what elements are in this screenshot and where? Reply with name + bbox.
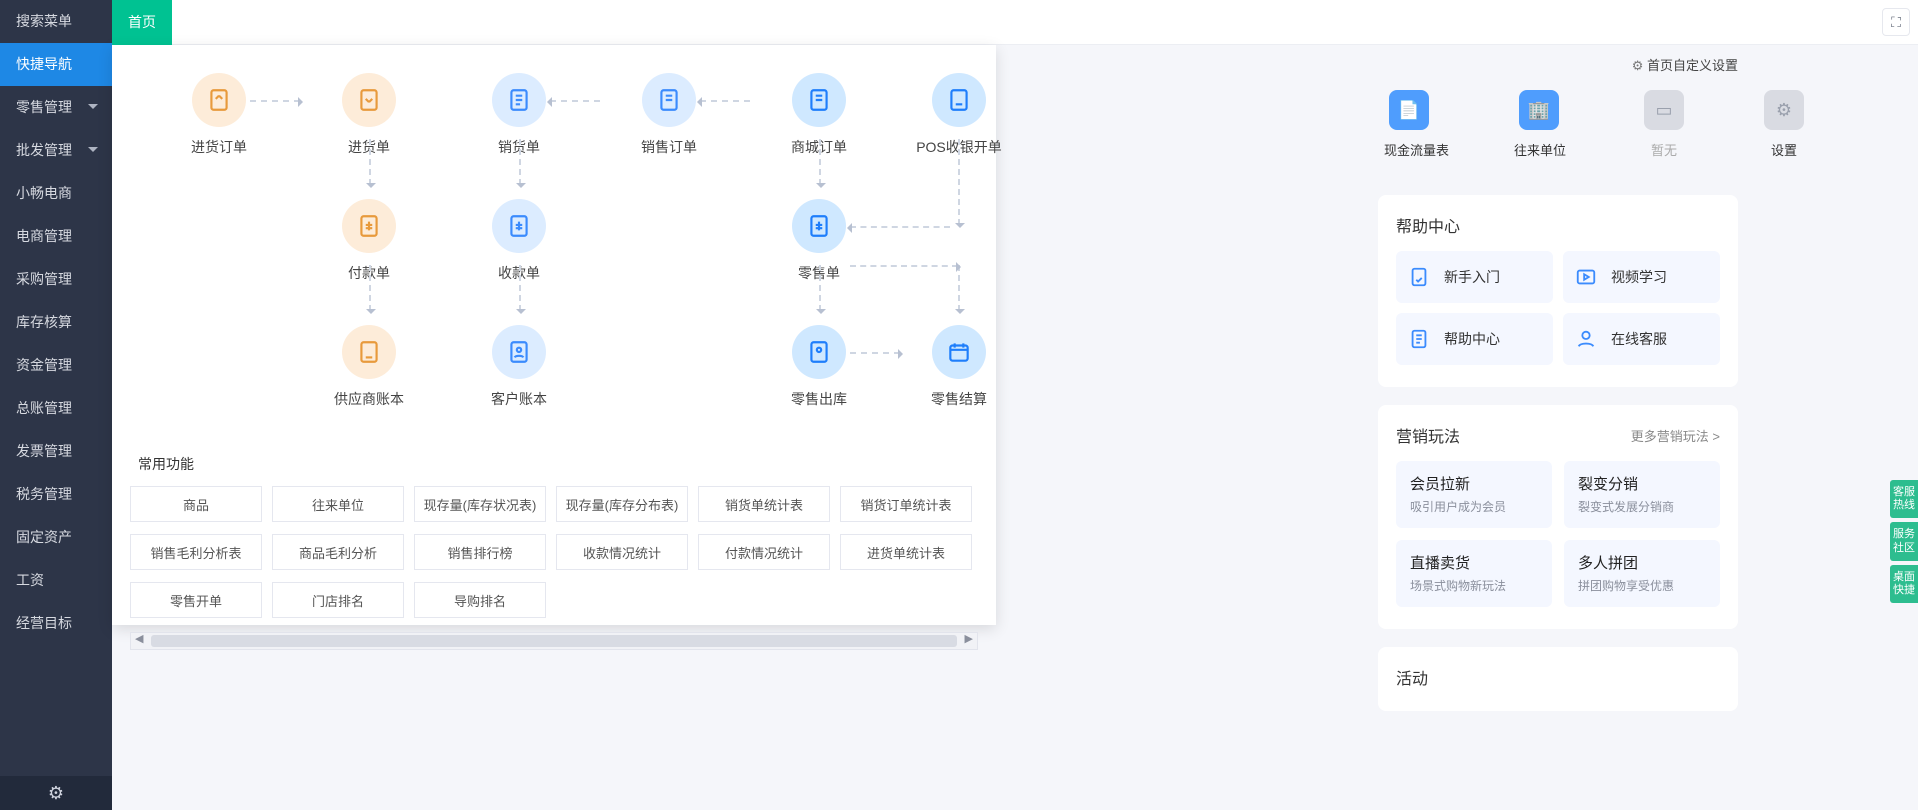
sidebar-item-ecomm1[interactable]: 小畅电商 — [0, 172, 112, 215]
fn-btn[interactable]: 商品 — [130, 486, 262, 522]
help-cs[interactable]: 在线客服 — [1563, 313, 1720, 365]
mkt-item[interactable]: 裂变分销裂变式发展分销商 — [1564, 461, 1720, 528]
common-functions-title: 常用功能 — [138, 454, 978, 474]
tile-cashflow[interactable]: 📄现金流量表 — [1384, 90, 1434, 159]
sidebar-item-tax[interactable]: 税务管理 — [0, 473, 112, 516]
marketing-card: 营销玩法 更多营销玩法 > 会员拉新吸引用户成为会员 裂变分销裂变式发展分销商 直… — [1378, 405, 1738, 629]
floating-tags: 客服热线 服务社区 桌面快捷 — [1890, 480, 1918, 607]
mkt-item[interactable]: 多人拼团拼团购物享受优惠 — [1564, 540, 1720, 607]
fn-btn[interactable]: 销售排行榜 — [414, 534, 546, 570]
arrow — [850, 352, 900, 354]
mkt-title: 营销玩法 — [1396, 423, 1460, 447]
shortcut-tiles: 📄现金流量表 🏢往来单位 ▭暂无 ⚙设置 — [1378, 90, 1738, 159]
right-column: 首页自定义设置 📄现金流量表 🏢往来单位 ▭暂无 ⚙设置 帮助中心 新手入门 视… — [1378, 55, 1738, 729]
arrow — [850, 226, 950, 228]
sidebar-item-ecomm2[interactable]: 电商管理 — [0, 215, 112, 258]
sidebar-item-invoice[interactable]: 发票管理 — [0, 430, 112, 473]
quick-nav-flyout: 进货订单 进货单 销货单 销售订单 商城订单 POS收银开单 付款单 收款单 零… — [112, 45, 996, 625]
fn-btn[interactable]: 门店排名 — [272, 582, 404, 618]
report-icon: 📄 — [1389, 90, 1429, 130]
activity-card: 活动 — [1378, 647, 1738, 711]
sidebar-item-wholesale[interactable]: 批发管理 — [0, 129, 112, 172]
arrow — [519, 139, 521, 185]
flow-diagram: 进货订单 进货单 销货单 销售订单 商城订单 POS收银开单 付款单 收款单 零… — [130, 73, 978, 448]
sidebar-item-funds[interactable]: 资金管理 — [0, 344, 112, 387]
fn-btn[interactable]: 付款情况统计 — [698, 534, 830, 570]
activity-title: 活动 — [1396, 665, 1428, 689]
fn-btn[interactable]: 现存量(库存状况表) — [414, 486, 546, 522]
mkt-item[interactable]: 直播卖货场景式购物新玩法 — [1396, 540, 1552, 607]
tile-contacts[interactable]: 🏢往来单位 — [1514, 90, 1564, 159]
sidebar-item-quick[interactable]: 快捷导航 — [0, 43, 112, 86]
sidebar: 搜索菜单 快捷导航 零售管理 批发管理 小畅电商 电商管理 采购管理 库存核算 … — [0, 0, 112, 810]
sidebar-item-stock[interactable]: 库存核算 — [0, 301, 112, 344]
sidebar-item-ledger[interactable]: 总账管理 — [0, 387, 112, 430]
sidebar-item-goals[interactable]: 经营目标 — [0, 602, 112, 645]
node-sales-order[interactable]: 销售订单 — [594, 73, 744, 157]
fn-btn[interactable]: 导购排名 — [414, 582, 546, 618]
arrow — [519, 265, 521, 311]
tag-community[interactable]: 服务社区 — [1890, 522, 1918, 560]
arrow — [700, 100, 750, 102]
fn-btn[interactable]: 销售毛利分析表 — [130, 534, 262, 570]
tag-hotline[interactable]: 客服热线 — [1890, 480, 1918, 518]
gear-icon: ⚙ — [1764, 90, 1804, 130]
fn-btn[interactable]: 往来单位 — [272, 486, 404, 522]
fn-btn[interactable]: 收款情况统计 — [556, 534, 688, 570]
common-functions-grid: 商品 往来单位 现存量(库存状况表) 现存量(库存分布表) 销货单统计表 销货订… — [130, 486, 978, 618]
horizontal-scrollbar[interactable] — [130, 632, 978, 650]
mkt-item[interactable]: 会员拉新吸引用户成为会员 — [1396, 461, 1552, 528]
help-video[interactable]: 视频学习 — [1563, 251, 1720, 303]
sidebar-item-retail[interactable]: 零售管理 — [0, 86, 112, 129]
mkt-more-link[interactable]: 更多营销玩法 > — [1631, 426, 1720, 445]
node-retail-out[interactable]: 零售出库 — [744, 325, 894, 409]
arrow — [850, 265, 958, 267]
fn-btn[interactable]: 销货订单统计表 — [840, 486, 972, 522]
node-purchase-order[interactable]: 进货订单 — [144, 73, 294, 157]
sidebar-search[interactable]: 搜索菜单 — [0, 0, 112, 43]
fn-btn[interactable]: 商品毛利分析 — [272, 534, 404, 570]
fullscreen-icon[interactable]: ⛶ — [1882, 8, 1910, 36]
help-card: 帮助中心 新手入门 视频学习 帮助中心 在线客服 — [1378, 195, 1738, 387]
tile-empty[interactable]: ▭暂无 — [1644, 90, 1684, 159]
tag-desktop[interactable]: 桌面快捷 — [1890, 565, 1918, 603]
help-title: 帮助中心 — [1396, 213, 1460, 237]
arrow — [550, 100, 600, 102]
sidebar-item-assets[interactable]: 固定资产 — [0, 516, 112, 559]
tile-settings[interactable]: ⚙设置 — [1764, 90, 1804, 159]
node-retail-settle[interactable]: 零售结算 — [884, 325, 1034, 409]
help-center[interactable]: 帮助中心 — [1396, 313, 1553, 365]
topbar: 首页 ⛶ — [112, 0, 1918, 45]
help-newbie[interactable]: 新手入门 — [1396, 251, 1553, 303]
fn-btn[interactable]: 销货单统计表 — [698, 486, 830, 522]
arrow — [369, 139, 371, 185]
tab-home[interactable]: 首页 — [112, 0, 172, 45]
arrow — [819, 265, 821, 311]
customize-link[interactable]: 首页自定义设置 — [1378, 55, 1738, 74]
arrow — [369, 265, 371, 311]
fn-btn[interactable]: 进货单统计表 — [840, 534, 972, 570]
sidebar-item-purchase[interactable]: 采购管理 — [0, 258, 112, 301]
sidebar-settings-icon[interactable]: ⚙ — [0, 776, 112, 810]
node-customer-ledger[interactable]: 客户账本 — [444, 325, 594, 409]
arrow — [958, 139, 960, 225]
building-icon: 🏢 — [1519, 90, 1559, 130]
node-supplier-ledger[interactable]: 供应商账本 — [294, 325, 444, 409]
sidebar-item-salary[interactable]: 工资 — [0, 559, 112, 602]
arrow — [819, 139, 821, 185]
arrow — [250, 100, 300, 102]
fn-btn[interactable]: 现存量(库存分布表) — [556, 486, 688, 522]
placeholder-icon: ▭ — [1644, 90, 1684, 130]
fn-btn[interactable]: 零售开单 — [130, 582, 262, 618]
